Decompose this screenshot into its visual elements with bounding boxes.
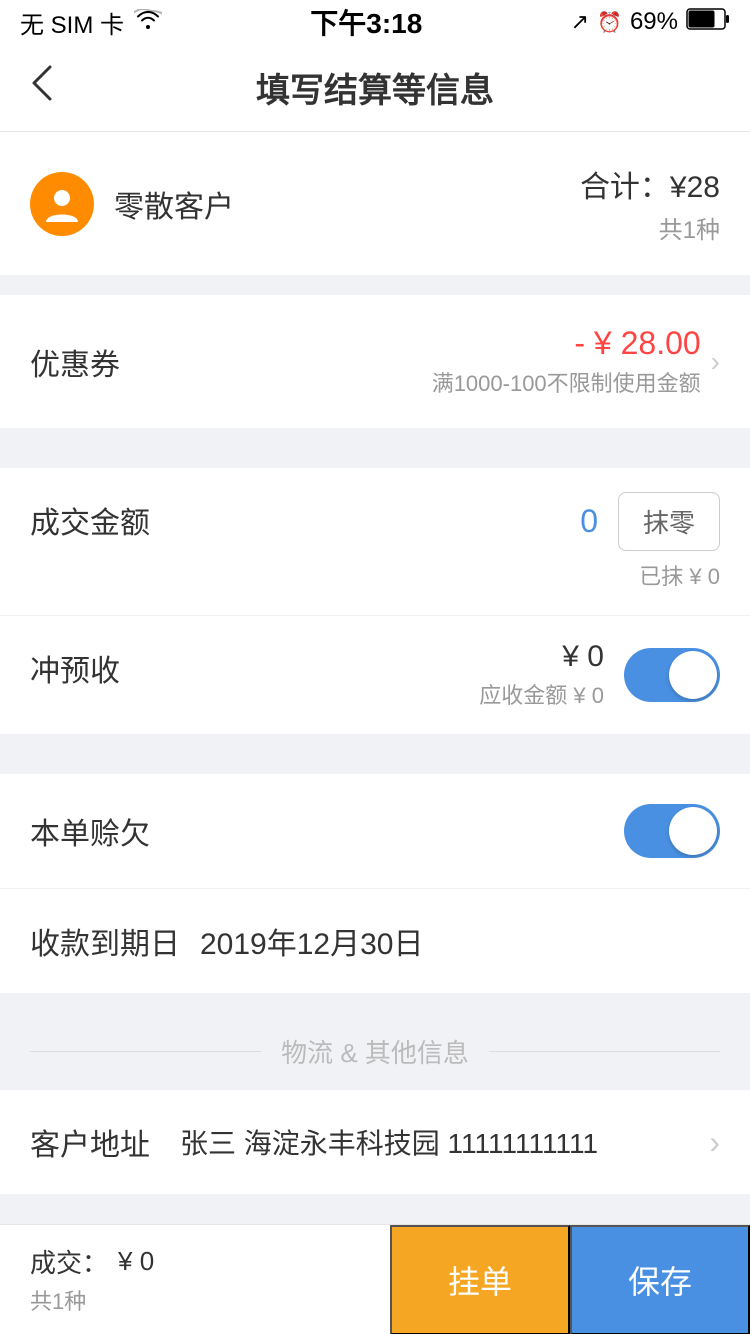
address-arrow-icon: › <box>709 1124 720 1161</box>
overdue-section: 本单赊欠 收款到期日 2019年12月30日 <box>0 774 750 993</box>
due-date-row: 收款到期日 2019年12月30日 <box>0 889 750 993</box>
logistics-label: 物流 & 其他信息 <box>281 1033 469 1070</box>
address-value: 张三 海淀永丰科技园 11111111111 <box>180 1122 699 1162</box>
address-row[interactable]: 客户地址 张三 海淀永丰科技园 11111111111 › <box>0 1090 750 1194</box>
transaction-label: 成交金额 <box>30 492 150 542</box>
round-zero-button[interactable]: 抹零 <box>618 492 720 551</box>
bottom-info: 成交： ¥ 0 共1种 <box>0 1243 390 1316</box>
advance-amount: ¥ 0 应收金额 ¥ 0 <box>479 640 604 710</box>
customer-right: 合计：¥28 共1种 <box>580 162 720 245</box>
bottom-bar: 成交： ¥ 0 共1种 挂单 保存 <box>0 1224 750 1334</box>
logistics-divider: 物流 & 其他信息 <box>0 1013 750 1090</box>
alarm-icon: ⏰ <box>597 10 622 35</box>
overdue-toggle-knob <box>669 807 717 855</box>
coupon-right: - ¥ 28.00 满1000-100不限制使用金额 › <box>432 325 720 398</box>
due-date-value[interactable]: 2019年12月30日 <box>200 919 423 963</box>
back-button[interactable] <box>30 63 54 113</box>
content: 零散客户 合计：¥28 共1种 优惠券 - ¥ 28.00 满1000-100不… <box>0 132 750 1334</box>
due-date-label: 收款到期日 <box>30 919 180 963</box>
pending-button[interactable]: 挂单 <box>390 1225 570 1334</box>
status-bar: 无 SIM 卡 下午3:18 ↗ ⏰ 69% <box>0 0 750 44</box>
overdue-label: 本单赊欠 <box>30 809 150 853</box>
wifi-icon <box>134 8 162 36</box>
coupon-arrow-icon: › <box>711 346 720 378</box>
divider-1 <box>0 448 750 468</box>
status-right: ↗ ⏰ 69% <box>571 8 730 37</box>
bottom-deal: 成交： ¥ 0 <box>30 1243 360 1280</box>
coupon-row[interactable]: 优惠券 - ¥ 28.00 满1000-100不限制使用金额 › <box>0 295 750 428</box>
coupon-discount: - ¥ 28.00 <box>432 325 701 362</box>
status-left: 无 SIM 卡 <box>20 5 162 40</box>
bottom-deal-label: 成交： <box>30 1243 108 1280</box>
bottom-count: 共1种 <box>30 1284 360 1316</box>
advance-row: 冲预收 ¥ 0 应收金额 ¥ 0 <box>0 616 750 734</box>
customer-section: 零散客户 合计：¥28 共1种 <box>0 132 750 275</box>
customer-row: 零散客户 合计：¥28 共1种 <box>0 132 750 275</box>
divider-2 <box>0 754 750 774</box>
bottom-deal-amount: ¥ 0 <box>118 1246 154 1277</box>
avatar <box>30 172 94 236</box>
total-amount: 合计：¥28 <box>580 162 720 206</box>
no-sim-text: 无 SIM 卡 <box>20 5 124 40</box>
coupon-value: - ¥ 28.00 满1000-100不限制使用金额 <box>432 325 701 398</box>
advance-main-value: ¥ 0 <box>479 640 604 674</box>
toggle-knob <box>669 651 717 699</box>
transaction-section: 成交金额 0 抹零 已抹 ¥ 0 冲预收 ¥ 0 应收金额 ¥ 0 <box>0 468 750 734</box>
coupon-section: 优惠券 - ¥ 28.00 满1000-100不限制使用金额 › <box>0 295 750 428</box>
status-time: 下午3:18 <box>310 2 422 42</box>
transaction-sub: 已抹 ¥ 0 <box>639 559 720 591</box>
nav-bar: 填写结算等信息 <box>0 44 750 132</box>
save-button[interactable]: 保存 <box>570 1225 750 1334</box>
advance-toggle[interactable] <box>624 648 720 702</box>
coupon-desc: 满1000-100不限制使用金额 <box>432 366 701 398</box>
transaction-value[interactable]: 0 <box>558 503 598 540</box>
advance-sub-value: 应收金额 ¥ 0 <box>479 678 604 710</box>
location-icon: ↗ <box>571 9 589 35</box>
overdue-toggle[interactable] <box>624 804 720 858</box>
advance-label: 冲预收 <box>30 640 120 690</box>
battery-text: 69% <box>630 8 678 36</box>
address-section: 客户地址 张三 海淀永丰科技园 11111111111 › <box>0 1090 750 1194</box>
page-title: 填写结算等信息 <box>256 63 494 112</box>
customer-left: 零散客户 <box>30 172 234 236</box>
total-count: 共1种 <box>580 210 720 245</box>
overdue-row: 本单赊欠 <box>0 774 750 889</box>
coupon-label: 优惠券 <box>30 340 120 384</box>
customer-name: 零散客户 <box>114 182 234 226</box>
battery-icon <box>686 8 730 37</box>
address-label: 客户地址 <box>30 1120 150 1164</box>
transaction-row: 成交金额 0 抹零 已抹 ¥ 0 <box>0 468 750 616</box>
